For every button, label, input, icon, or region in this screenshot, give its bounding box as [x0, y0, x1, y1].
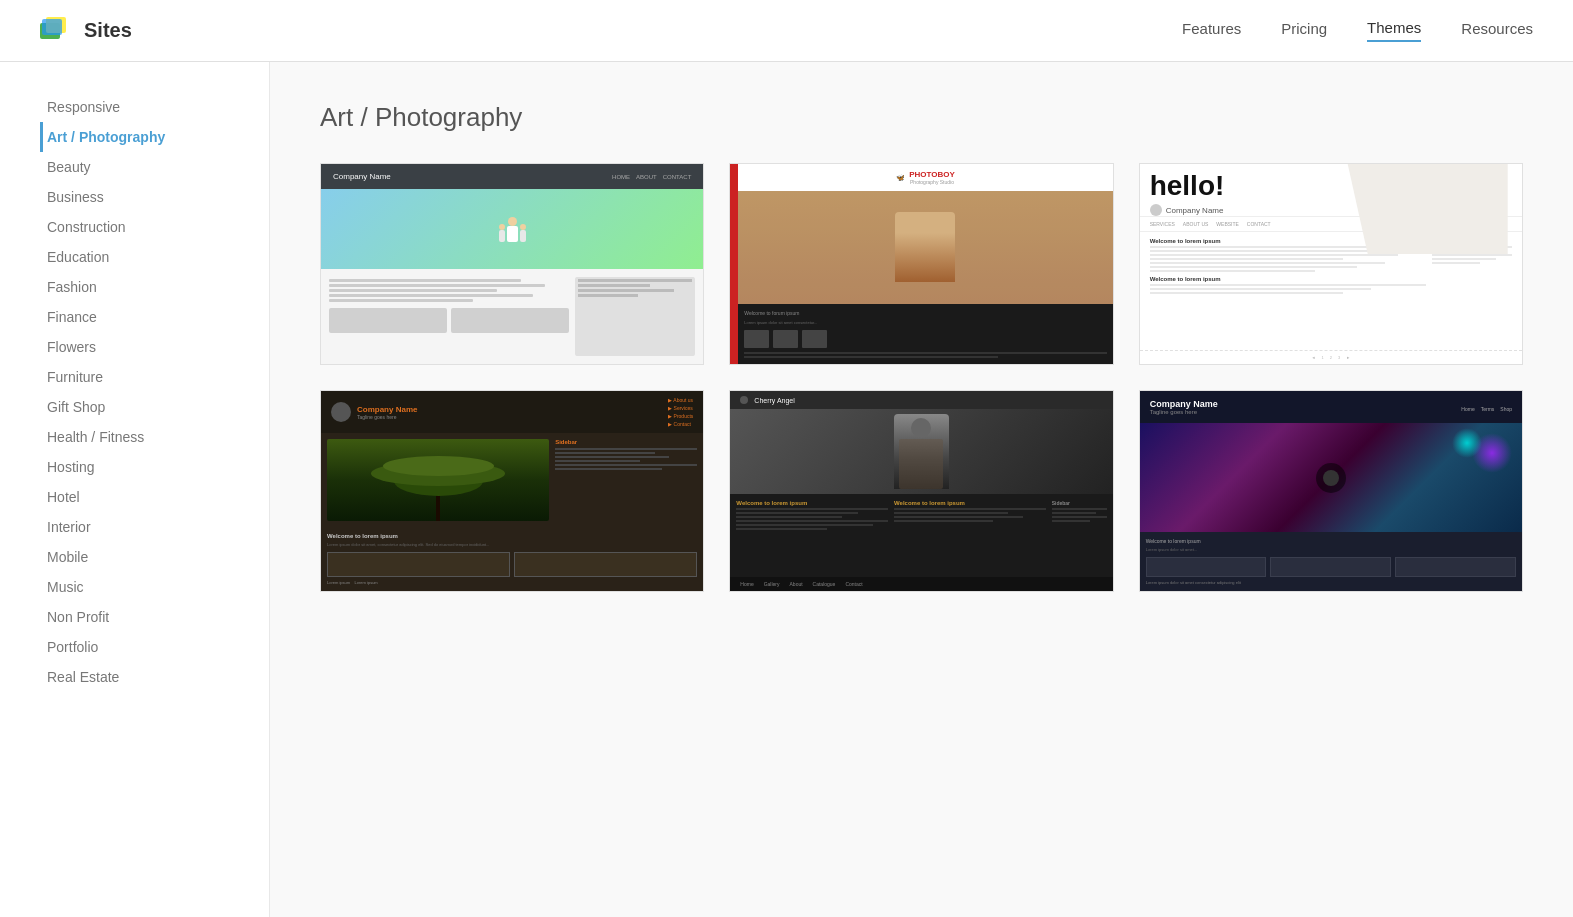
theme-preview-5: Cherry Angel Welcome to lorem ipsum	[730, 391, 1112, 591]
nav-resources[interactable]: Resources	[1461, 20, 1533, 41]
sidebar-item-interior[interactable]: Interior	[40, 512, 269, 542]
logo[interactable]: Sites	[40, 13, 132, 49]
sidebar-item-fashion[interactable]: Fashion	[40, 272, 269, 302]
sidebar-item-health-fitness[interactable]: Health / Fitness	[40, 422, 269, 452]
sidebar-item-hosting[interactable]: Hosting	[40, 452, 269, 482]
sidebar-item-business[interactable]: Business	[40, 182, 269, 212]
sidebar-item-construction[interactable]: Construction	[40, 212, 269, 242]
main-nav: Features Pricing Themes Resources	[1182, 19, 1533, 42]
theme-preview-6: Company Name Tagline goes here HomeTerms…	[1140, 391, 1522, 591]
theme-preview-1: Company Name HOMEABOUTCONTACT	[321, 164, 703, 364]
svg-rect-2	[42, 19, 62, 35]
theme-preview-2: 🦋 PHOTOBOY Photography Studio	[730, 164, 1112, 364]
sidebar-item-beauty[interactable]: Beauty	[40, 152, 269, 182]
page-title: Art / Photography	[320, 102, 1523, 133]
logo-text: Sites	[84, 19, 132, 42]
theme-card-6[interactable]: Company Name Tagline goes here HomeTerms…	[1139, 390, 1523, 592]
nav-features[interactable]: Features	[1182, 20, 1241, 41]
nav-themes[interactable]: Themes	[1367, 19, 1421, 42]
sidebar-item-real-estate[interactable]: Real Estate	[40, 662, 269, 692]
svg-marker-3	[1347, 164, 1507, 254]
themes-grid: Company Name HOMEABOUTCONTACT	[320, 163, 1523, 592]
sidebar: Responsive Art / Photography Beauty Busi…	[0, 62, 270, 917]
sidebar-item-finance[interactable]: Finance	[40, 302, 269, 332]
sidebar-item-portfolio[interactable]: Portfolio	[40, 632, 269, 662]
sidebar-item-flowers[interactable]: Flowers	[40, 332, 269, 362]
nav-pricing[interactable]: Pricing	[1281, 20, 1327, 41]
main-layout: Responsive Art / Photography Beauty Busi…	[0, 62, 1573, 917]
theme-preview-4: Company Name Tagline goes here ▶ About u…	[321, 391, 703, 591]
sidebar-item-responsive[interactable]: Responsive	[40, 92, 269, 122]
theme-card-1[interactable]: Company Name HOMEABOUTCONTACT	[320, 163, 704, 365]
logo-icon	[40, 13, 76, 49]
sidebar-item-mobile[interactable]: Mobile	[40, 542, 269, 572]
theme-preview-3: hello! Company Name SERVICESABOUT USWEBS…	[1140, 164, 1522, 364]
theme-card-4[interactable]: Company Name Tagline goes here ▶ About u…	[320, 390, 704, 592]
content-area: Art / Photography Company Name HOMEABOUT…	[270, 62, 1573, 917]
theme-card-3[interactable]: hello! Company Name SERVICESABOUT USWEBS…	[1139, 163, 1523, 365]
sidebar-item-music[interactable]: Music	[40, 572, 269, 602]
sidebar-item-gift-shop[interactable]: Gift Shop	[40, 392, 269, 422]
theme-card-5[interactable]: Cherry Angel Welcome to lorem ipsum	[729, 390, 1113, 592]
sidebar-item-furniture[interactable]: Furniture	[40, 362, 269, 392]
sidebar-item-hotel[interactable]: Hotel	[40, 482, 269, 512]
sidebar-item-art-photography[interactable]: Art / Photography	[40, 122, 269, 152]
sidebar-item-non-profit[interactable]: Non Profit	[40, 602, 269, 632]
header: Sites Features Pricing Themes Resources	[0, 0, 1573, 62]
sidebar-item-education[interactable]: Education	[40, 242, 269, 272]
theme-card-2[interactable]: 🦋 PHOTOBOY Photography Studio	[729, 163, 1113, 365]
